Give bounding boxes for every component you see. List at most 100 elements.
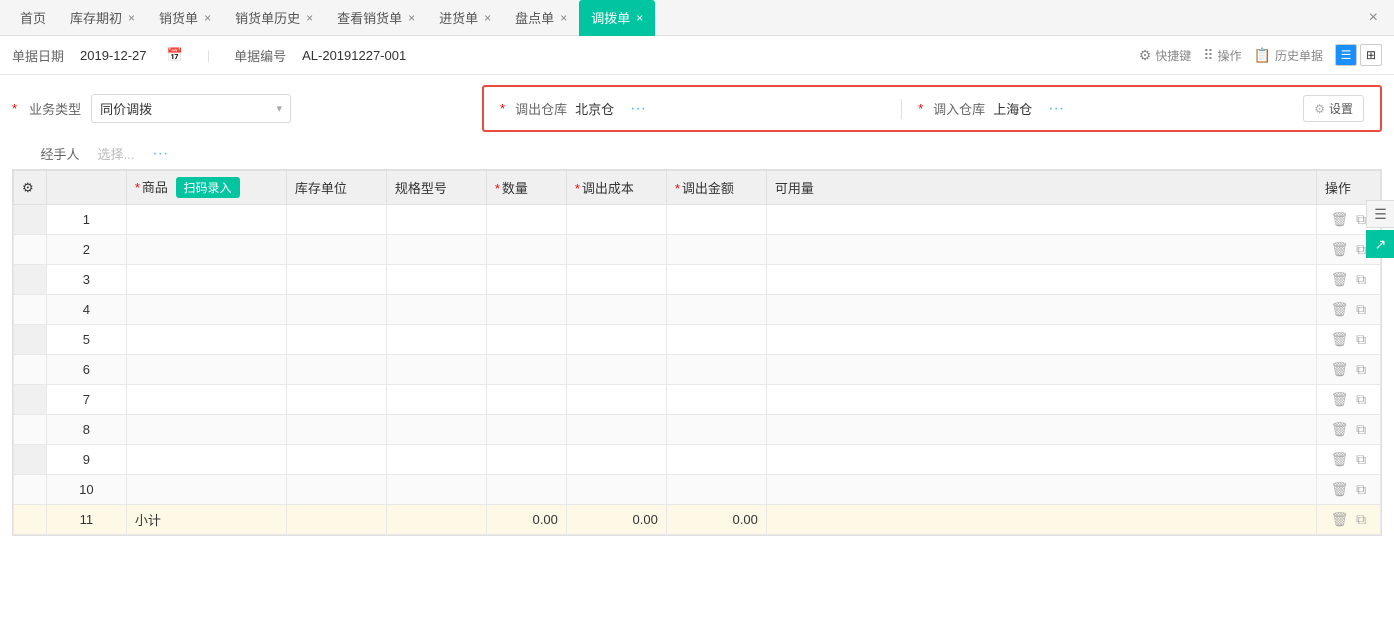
delete-icon[interactable]: 🗑: [1331, 361, 1349, 377]
in-warehouse-more[interactable]: ···: [1048, 100, 1064, 118]
tab-transfer-close[interactable]: ×: [636, 11, 643, 25]
row-product-cell[interactable]: [126, 295, 286, 325]
float-list-btn[interactable]: ☰: [1366, 200, 1394, 228]
row-gear-cell: [14, 355, 47, 385]
row-num-cell: 10: [46, 475, 126, 505]
operation-action[interactable]: ⠿ 操作: [1203, 47, 1241, 64]
shortcut-icon: ⚙: [1139, 47, 1152, 64]
delete-icon[interactable]: 🗑: [1331, 331, 1349, 347]
row-available-cell: [766, 475, 1316, 505]
tab-sales-history[interactable]: 销货单历史 ×: [223, 0, 325, 36]
form-header-left: 单据日期 2019-12-27 📅 | 单据编号 AL-20191227-001: [12, 46, 406, 65]
handler-label: 经手人: [40, 144, 79, 163]
row-product-cell[interactable]: [126, 415, 286, 445]
table-row: 11 小计 0.00 0.00 0.00 🗑 ⧉: [14, 505, 1381, 535]
row-num-cell: 9: [46, 445, 126, 475]
row-qty-cell: [486, 235, 566, 265]
delete-icon[interactable]: 🗑: [1331, 301, 1349, 317]
window-close-button[interactable]: ×: [1361, 9, 1386, 27]
row-unit-cell: [286, 295, 386, 325]
calendar-icon[interactable]: 📅: [167, 47, 183, 63]
in-warehouse-section: * 调入仓库 上海仓 ···: [918, 99, 1303, 118]
copy-icon[interactable]: ⧉: [1356, 511, 1366, 527]
delete-icon[interactable]: 🗑: [1331, 421, 1349, 437]
tab-transfer[interactable]: 调拨单 ×: [579, 0, 655, 36]
tab-sales-history-close[interactable]: ×: [306, 11, 313, 25]
tab-purchase[interactable]: 进货单 ×: [427, 0, 503, 36]
list-view-btn[interactable]: ☰: [1335, 44, 1357, 66]
gear-icon: ⚙: [22, 180, 34, 195]
copy-icon[interactable]: ⧉: [1356, 301, 1366, 317]
scan-button[interactable]: 扫码录入: [176, 177, 240, 198]
order-label: 单据编号: [234, 46, 286, 65]
tab-transfer-label: 调拨单: [591, 8, 630, 27]
row-available-cell: [766, 325, 1316, 355]
out-warehouse-more[interactable]: ···: [630, 100, 646, 118]
row-num-cell: 3: [46, 265, 126, 295]
copy-icon[interactable]: ⧉: [1356, 391, 1366, 407]
row-num-cell: 7: [46, 385, 126, 415]
col-cost-label: 调出成本: [582, 181, 634, 196]
history-action[interactable]: 📋 历史单据: [1254, 47, 1323, 64]
delete-icon[interactable]: 🗑: [1331, 481, 1349, 497]
copy-icon[interactable]: ⧉: [1356, 241, 1366, 257]
copy-icon[interactable]: ⧉: [1356, 271, 1366, 287]
handler-placeholder[interactable]: 选择...: [97, 144, 134, 163]
row-product-cell[interactable]: [126, 385, 286, 415]
delete-icon[interactable]: 🗑: [1331, 271, 1349, 287]
copy-icon[interactable]: ⧉: [1356, 451, 1366, 467]
subtotal-qty-cell: 0.00: [486, 505, 566, 535]
copy-icon[interactable]: ⧉: [1356, 361, 1366, 377]
row-cost-cell: [566, 295, 666, 325]
copy-icon[interactable]: ⧉: [1356, 331, 1366, 347]
row-product-cell[interactable]: [126, 445, 286, 475]
row-ops-cell: 🗑 ⧉: [1316, 325, 1380, 355]
business-type-required: *: [12, 101, 17, 116]
tab-sales-order[interactable]: 销货单 ×: [147, 0, 223, 36]
chevron-down-icon: ▾: [277, 102, 283, 115]
copy-icon[interactable]: ⧉: [1356, 481, 1366, 497]
row-product-cell[interactable]: [126, 355, 286, 385]
form-body: * 业务类型 同价调拨 ▾ * 调出仓库 北京仓 ··· * 调入仓库 上海仓: [0, 75, 1394, 546]
tab-stocktake-close[interactable]: ×: [560, 11, 567, 25]
table-row: 2 🗑 ⧉: [14, 235, 1381, 265]
settings-button[interactable]: ⚙ 设置: [1303, 95, 1364, 122]
tab-sales-order-close[interactable]: ×: [204, 11, 211, 25]
tab-view-sales[interactable]: 查看销货单 ×: [325, 0, 427, 36]
row-ops-cell: 🗑 ⧉: [1316, 475, 1380, 505]
row-unit-cell: [286, 265, 386, 295]
row-cost-cell: [566, 385, 666, 415]
business-type-section: * 业务类型 同价调拨 ▾: [12, 94, 462, 123]
subtotal-label-cell: 小计: [126, 505, 286, 535]
row-product-cell[interactable]: [126, 265, 286, 295]
float-export-btn[interactable]: ↗: [1366, 230, 1394, 258]
row-unit-cell: [286, 235, 386, 265]
delete-icon[interactable]: 🗑: [1331, 391, 1349, 407]
delete-icon[interactable]: 🗑: [1331, 211, 1349, 227]
row-product-cell[interactable]: [126, 235, 286, 265]
grid-view-btn[interactable]: ⊞: [1360, 44, 1382, 66]
row-product-cell[interactable]: [126, 325, 286, 355]
tab-inventory-init-close[interactable]: ×: [128, 11, 135, 25]
col-gear-header[interactable]: ⚙: [14, 171, 47, 205]
tab-purchase-close[interactable]: ×: [484, 11, 491, 25]
copy-icon[interactable]: ⧉: [1356, 421, 1366, 437]
row-product-cell[interactable]: [126, 205, 286, 235]
out-warehouse-label: 调出仓库: [515, 99, 567, 118]
tab-stocktake[interactable]: 盘点单 ×: [503, 0, 579, 36]
delete-icon[interactable]: 🗑: [1331, 451, 1349, 467]
row-product-cell[interactable]: [126, 475, 286, 505]
delete-icon[interactable]: 🗑: [1331, 511, 1349, 527]
float-export-icon: ↗: [1375, 236, 1387, 253]
row-qty-cell: [486, 295, 566, 325]
tab-home[interactable]: 首页: [8, 0, 58, 36]
business-type-select[interactable]: 同价调拨 ▾: [91, 94, 291, 123]
tab-inventory-init[interactable]: 库存期初 ×: [58, 0, 147, 36]
shortcut-action[interactable]: ⚙ 快捷键: [1139, 47, 1192, 64]
handler-more[interactable]: ···: [152, 145, 168, 163]
delete-icon[interactable]: 🗑: [1331, 241, 1349, 257]
row-cost-cell: [566, 265, 666, 295]
tab-view-sales-close[interactable]: ×: [408, 11, 415, 25]
row-qty-cell: [486, 265, 566, 295]
copy-icon[interactable]: ⧉: [1356, 211, 1366, 227]
